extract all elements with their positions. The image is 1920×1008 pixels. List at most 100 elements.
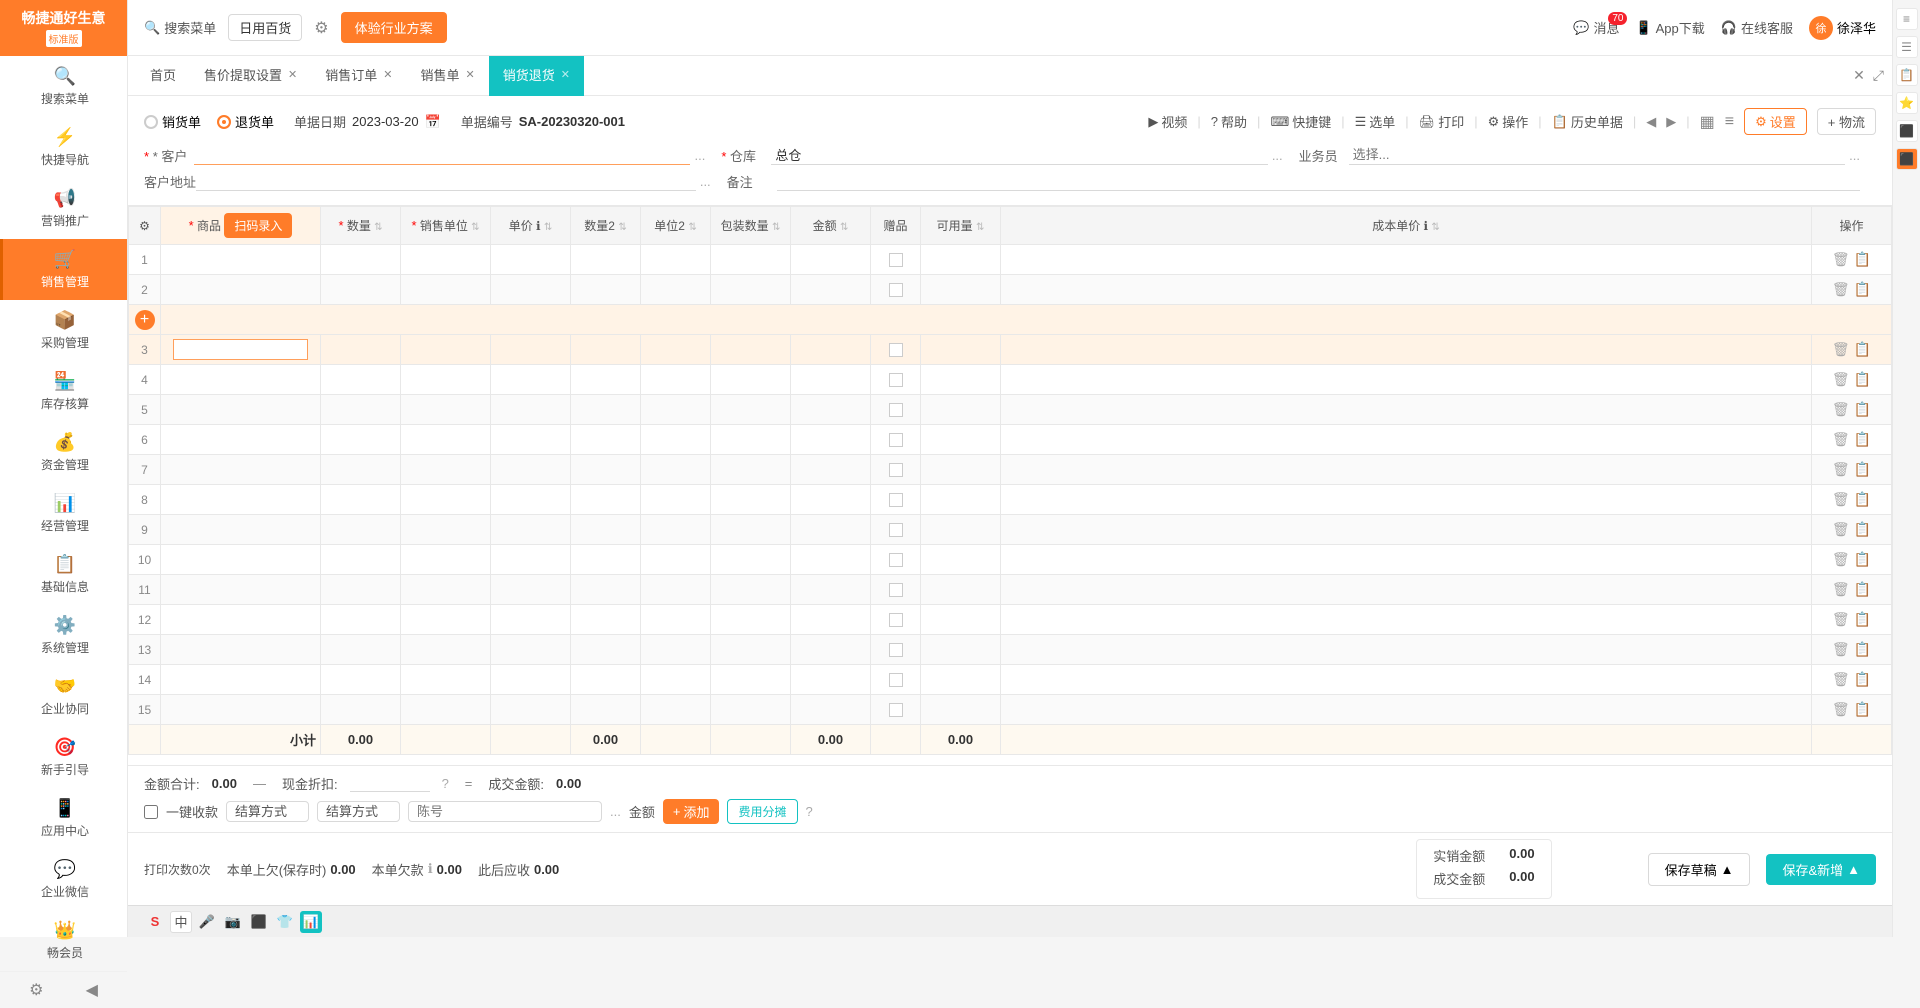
cell-available-4[interactable] — [921, 365, 1001, 395]
cell-qty-11[interactable] — [321, 575, 401, 605]
cell-pkg-qty-4[interactable] — [711, 365, 791, 395]
cell-qty2-11[interactable] — [571, 575, 641, 605]
view-list-btn[interactable]: ≡ — [1725, 113, 1734, 131]
cell-sales-unit-11[interactable] — [401, 575, 491, 605]
cell-cost-price-9[interactable] — [1001, 515, 1812, 545]
prev-record-btn[interactable]: ◀ — [1646, 114, 1656, 130]
cell-unit-price-3[interactable] — [491, 335, 571, 365]
cell-goods-8[interactable] — [161, 485, 321, 515]
col-unit-sort[interactable]: ⇅ — [471, 222, 479, 233]
gift-checkbox-12[interactable] — [889, 613, 903, 627]
cell-available-8[interactable] — [921, 485, 1001, 515]
cell-qty-9[interactable] — [321, 515, 401, 545]
date-value[interactable]: 2023-03-20 — [352, 114, 419, 129]
cell-sales-unit-10[interactable] — [401, 545, 491, 575]
account-input[interactable] — [408, 801, 602, 822]
rp-btn-1[interactable]: ≡ — [1896, 8, 1918, 30]
cell-unit2-11[interactable] — [641, 575, 711, 605]
tab-close-sales-delivery[interactable]: ✕ — [466, 68, 475, 81]
action-operate[interactable]: ⚙操作 — [1488, 112, 1529, 131]
save-draft-btn[interactable]: 保存草稿 ▲ — [1648, 853, 1751, 886]
cell-qty2-4[interactable] — [571, 365, 641, 395]
cell-pkg-qty-15[interactable] — [711, 695, 791, 725]
warehouse-more-icon[interactable]: ... — [1272, 148, 1283, 163]
cell-gift-7[interactable] — [871, 455, 921, 485]
cell-qty-10[interactable] — [321, 545, 401, 575]
cell-amount-2[interactable] — [791, 275, 871, 305]
col-qty-sort[interactable]: ⇅ — [374, 222, 382, 233]
task-s-icon[interactable]: S — [144, 911, 166, 933]
cell-pkg-qty-11[interactable] — [711, 575, 791, 605]
cell-pkg-qty-12[interactable] — [711, 605, 791, 635]
cell-qty2-12[interactable] — [571, 605, 641, 635]
cell-pkg-qty-1[interactable] — [711, 245, 791, 275]
fees-btn[interactable]: 费用分摊 — [727, 799, 797, 824]
radio-sales[interactable]: 销货单 — [144, 112, 201, 131]
salesperson-input[interactable] — [1349, 145, 1845, 165]
cell-goods-3[interactable] — [161, 335, 321, 365]
row-delete-13[interactable]: 🗑 — [1832, 641, 1850, 658]
topbar-search[interactable]: 🔍 搜索菜单 — [144, 18, 216, 37]
cell-goods-1[interactable] — [161, 245, 321, 275]
task-mic-icon[interactable]: 🎤 — [196, 911, 218, 933]
cell-qty2-5[interactable] — [571, 395, 641, 425]
cell-gift-12[interactable] — [871, 605, 921, 635]
cell-sales-unit-6[interactable] — [401, 425, 491, 455]
cell-cost-price-5[interactable] — [1001, 395, 1812, 425]
cell-unit2-7[interactable] — [641, 455, 711, 485]
col-unit2-sort[interactable]: ⇅ — [688, 222, 696, 233]
tab-price-setting[interactable]: 售价提取设置✕ — [190, 56, 311, 96]
cell-unit-price-11[interactable] — [491, 575, 571, 605]
cell-available-11[interactable] — [921, 575, 1001, 605]
cell-amount-10[interactable] — [791, 545, 871, 575]
cell-unit-price-1[interactable] — [491, 245, 571, 275]
cell-qty-5[interactable] — [321, 395, 401, 425]
row-copy-4[interactable]: 📋 — [1854, 371, 1871, 388]
cell-unit2-13[interactable] — [641, 635, 711, 665]
cell-unit-price-7[interactable] — [491, 455, 571, 485]
cell-cost-price-7[interactable] — [1001, 455, 1812, 485]
gift-checkbox-7[interactable] — [889, 463, 903, 477]
row-delete-2[interactable]: 🗑 — [1832, 281, 1850, 298]
cell-goods-10[interactable] — [161, 545, 321, 575]
cell-unit-price-8[interactable] — [491, 485, 571, 515]
cell-qty-13[interactable] — [321, 635, 401, 665]
cell-sales-unit-5[interactable] — [401, 395, 491, 425]
row-copy-11[interactable]: 📋 — [1854, 581, 1871, 598]
row-copy-12[interactable]: 📋 — [1854, 611, 1871, 628]
cell-gift-9[interactable] — [871, 515, 921, 545]
col-amount-sort[interactable]: ⇅ — [840, 222, 848, 233]
cell-unit2-2[interactable] — [641, 275, 711, 305]
cell-qty2-14[interactable] — [571, 665, 641, 695]
gift-checkbox-14[interactable] — [889, 673, 903, 687]
task-shirt-icon[interactable]: 👕 — [274, 911, 296, 933]
cell-qty-3[interactable] — [321, 335, 401, 365]
row-copy-8[interactable]: 📋 — [1854, 491, 1871, 508]
tab-sales-return[interactable]: 销货退货✕ — [489, 56, 584, 96]
cell-qty-14[interactable] — [321, 665, 401, 695]
cell-gift-4[interactable] — [871, 365, 921, 395]
cell-qty-6[interactable] — [321, 425, 401, 455]
row-delete-14[interactable]: 🗑 — [1832, 671, 1850, 688]
cell-cost-price-13[interactable] — [1001, 635, 1812, 665]
action-video[interactable]: ▶视频 — [1148, 112, 1187, 131]
cell-pkg-qty-7[interactable] — [711, 455, 791, 485]
scan-btn[interactable]: 扫码录入 — [224, 213, 292, 238]
cell-unit-price-13[interactable] — [491, 635, 571, 665]
row-delete-5[interactable]: 🗑 — [1832, 401, 1850, 418]
task-chart-icon[interactable]: 📊 — [300, 911, 322, 933]
cell-sales-unit-2[interactable] — [401, 275, 491, 305]
cell-sales-unit-8[interactable] — [401, 485, 491, 515]
col-settings[interactable]: ⚙ — [129, 207, 161, 245]
cell-qty2-9[interactable] — [571, 515, 641, 545]
cell-gift-10[interactable] — [871, 545, 921, 575]
cell-cost-price-15[interactable] — [1001, 695, 1812, 725]
tab-expand[interactable]: ⤢ — [1873, 67, 1884, 84]
sidebar-item-enterprise[interactable]: 🤝企业协同 — [0, 666, 127, 727]
address-input[interactable] — [196, 171, 696, 191]
cell-gift-1[interactable] — [871, 245, 921, 275]
cell-cost-price-8[interactable] — [1001, 485, 1812, 515]
sidebar-item-guide[interactable]: 🎯新手引导 — [0, 727, 127, 788]
task-scan-icon[interactable]: ⬛ — [248, 911, 270, 933]
cell-amount-11[interactable] — [791, 575, 871, 605]
